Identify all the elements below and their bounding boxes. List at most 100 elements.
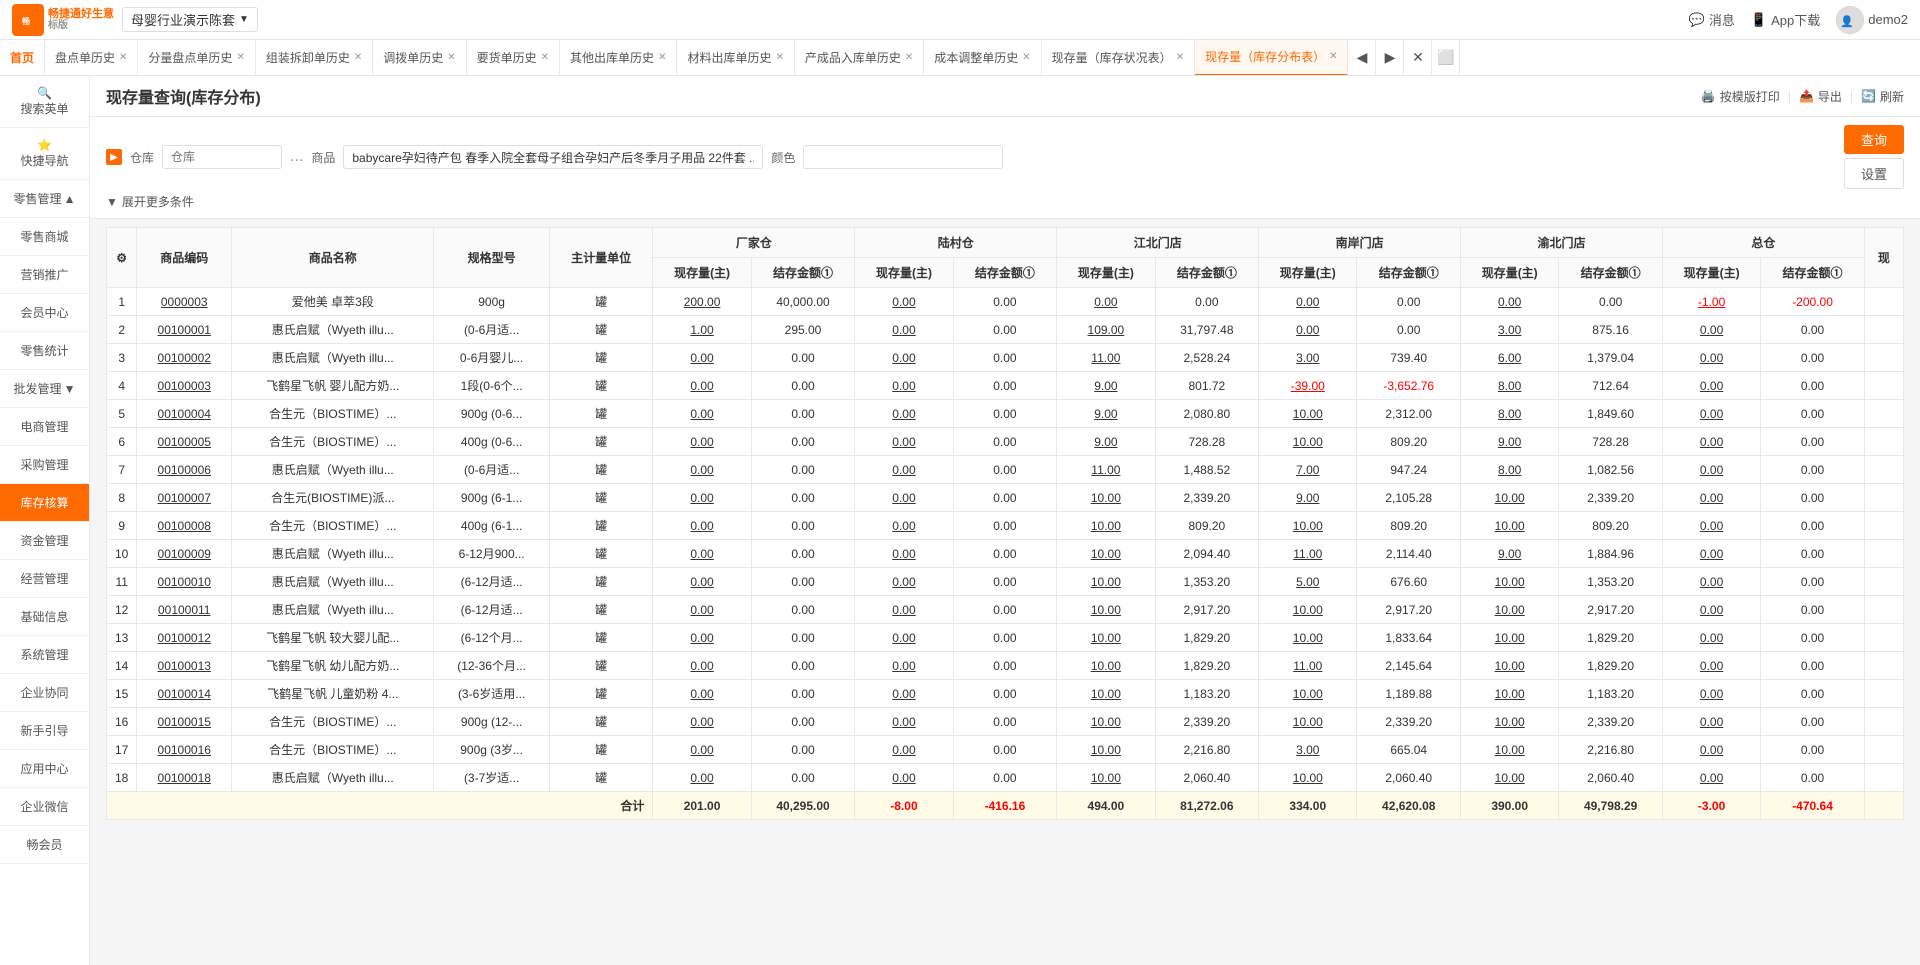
row-total-qty[interactable]: 0.00 <box>1662 624 1760 652</box>
row-lu-qty[interactable]: 0.00 <box>855 568 953 596</box>
settings-button[interactable]: 设置 <box>1844 158 1904 189</box>
sidebar-item-enterprise[interactable]: 企业协同 <box>0 674 89 712</box>
row-total-qty[interactable]: 0.00 <box>1662 344 1760 372</box>
row-code[interactable]: 00100001 <box>137 316 232 344</box>
row-chang-qty[interactable]: 0.00 <box>653 428 751 456</box>
row-nanan-qty[interactable]: 3.00 <box>1259 344 1357 372</box>
row-yubei-qty[interactable]: 10.00 <box>1461 680 1559 708</box>
row-chang-qty[interactable]: 0.00 <box>653 736 751 764</box>
row-code[interactable]: 00100006 <box>137 456 232 484</box>
tab-other-out[interactable]: 其他出库单历史 ✕ <box>560 40 677 76</box>
row-total-qty[interactable]: 0.00 <box>1662 652 1760 680</box>
row-code[interactable]: 00100010 <box>137 568 232 596</box>
row-chang-qty[interactable]: 0.00 <box>653 680 751 708</box>
row-yubei-qty[interactable]: 3.00 <box>1461 316 1559 344</box>
row-yubei-qty[interactable]: 10.00 <box>1461 568 1559 596</box>
row-yubei-qty[interactable]: 10.00 <box>1461 484 1559 512</box>
sidebar-item-retail-stats[interactable]: 零售统计 <box>0 332 89 370</box>
row-lu-qty[interactable]: 0.00 <box>855 400 953 428</box>
sidebar-item-system[interactable]: 系统管理 <box>0 636 89 674</box>
row-nanan-qty[interactable]: 10.00 <box>1259 428 1357 456</box>
row-jiangbei-qty[interactable]: 10.00 <box>1057 512 1155 540</box>
sidebar-item-guide[interactable]: 新手引导 <box>0 712 89 750</box>
row-lu-qty[interactable]: 0.00 <box>855 456 953 484</box>
refresh-button[interactable]: 🔄 刷新 <box>1861 88 1904 105</box>
row-chang-qty[interactable]: 0.00 <box>653 624 751 652</box>
row-code[interactable]: 00100012 <box>137 624 232 652</box>
row-yubei-qty[interactable]: 10.00 <box>1461 512 1559 540</box>
row-nanan-qty[interactable]: 0.00 <box>1259 288 1357 316</box>
tab-close-stock-dist[interactable]: ✕ <box>1329 51 1337 62</box>
row-jiangbei-qty[interactable]: 9.00 <box>1057 372 1155 400</box>
row-lu-qty[interactable]: 0.00 <box>855 736 953 764</box>
query-button[interactable]: 查询 <box>1844 125 1904 154</box>
row-code[interactable]: 00100013 <box>137 652 232 680</box>
row-nanan-qty[interactable]: 10.00 <box>1259 596 1357 624</box>
row-total-qty[interactable]: 0.00 <box>1662 400 1760 428</box>
row-chang-qty[interactable]: 0.00 <box>653 568 751 596</box>
row-yubei-qty[interactable]: 10.00 <box>1461 624 1559 652</box>
row-code[interactable]: 00100016 <box>137 736 232 764</box>
row-total-qty[interactable]: 0.00 <box>1662 736 1760 764</box>
row-chang-qty[interactable]: 0.00 <box>653 400 751 428</box>
row-total-qty[interactable]: 0.00 <box>1662 708 1760 736</box>
row-code[interactable]: 00100011 <box>137 596 232 624</box>
tab-cost-adjust[interactable]: 成本调整单历史 ✕ <box>924 40 1041 76</box>
row-lu-qty[interactable]: 0.00 <box>855 428 953 456</box>
row-lu-qty[interactable]: 0.00 <box>855 316 953 344</box>
row-total-qty[interactable]: 0.00 <box>1662 540 1760 568</box>
row-code[interactable]: 00100002 <box>137 344 232 372</box>
row-code[interactable]: 00100015 <box>137 708 232 736</box>
sidebar-item-retail-mgmt[interactable]: 零售管理 ▲ <box>0 180 89 218</box>
row-yubei-qty[interactable]: 0.00 <box>1461 288 1559 316</box>
row-jiangbei-qty[interactable]: 10.00 <box>1057 596 1155 624</box>
row-yubei-qty[interactable]: 9.00 <box>1461 540 1559 568</box>
row-code[interactable]: 00100007 <box>137 484 232 512</box>
sidebar-item-search[interactable]: 🔍 搜索英单 <box>0 76 89 128</box>
row-code[interactable]: 0000003 <box>137 288 232 316</box>
industry-dropdown[interactable]: 母婴行业演示陈套 ▼ <box>122 7 258 32</box>
sidebar-item-member[interactable]: 会员中心 <box>0 294 89 332</box>
tab-close-material-out[interactable]: ✕ <box>775 52 783 63</box>
row-yubei-qty[interactable]: 10.00 <box>1461 652 1559 680</box>
row-jiangbei-qty[interactable]: 10.00 <box>1057 540 1155 568</box>
row-chang-qty[interactable]: 0.00 <box>653 456 751 484</box>
row-chang-qty[interactable]: 0.00 <box>653 484 751 512</box>
row-nanan-qty[interactable]: 7.00 <box>1259 456 1357 484</box>
row-total-qty[interactable]: 0.00 <box>1662 316 1760 344</box>
row-code[interactable]: 00100004 <box>137 400 232 428</box>
row-jiangbei-qty[interactable]: 10.00 <box>1057 764 1155 792</box>
row-jiangbei-qty[interactable]: 0.00 <box>1057 288 1155 316</box>
row-yubei-qty[interactable]: 8.00 <box>1461 456 1559 484</box>
row-lu-qty[interactable]: 0.00 <box>855 540 953 568</box>
sidebar-item-member2[interactable]: 畅会员 <box>0 826 89 864</box>
row-jiangbei-qty[interactable]: 10.00 <box>1057 568 1155 596</box>
row-yubei-qty[interactable]: 10.00 <box>1461 708 1559 736</box>
sidebar-item-operations[interactable]: 经营管理 <box>0 560 89 598</box>
row-nanan-qty[interactable]: 11.00 <box>1259 540 1357 568</box>
row-lu-qty[interactable]: 0.00 <box>855 372 953 400</box>
tab-close-stock-sub[interactable]: ✕ <box>236 52 244 63</box>
row-chang-qty[interactable]: 0.00 <box>653 344 751 372</box>
row-lu-qty[interactable]: 0.00 <box>855 344 953 372</box>
row-yubei-qty[interactable]: 10.00 <box>1461 764 1559 792</box>
row-nanan-qty[interactable]: -39.00 <box>1259 372 1357 400</box>
row-nanan-qty[interactable]: 11.00 <box>1259 652 1357 680</box>
tab-dispatch[interactable]: 调拨单历史 ✕ <box>373 40 466 76</box>
tab-stock-status[interactable]: 现存量（库存状况表） ✕ <box>1042 40 1195 76</box>
row-total-qty[interactable]: 0.00 <box>1662 512 1760 540</box>
sidebar-item-ecommerce[interactable]: 电商管理 <box>0 408 89 446</box>
row-nanan-qty[interactable]: 10.00 <box>1259 512 1357 540</box>
row-lu-qty[interactable]: 0.00 <box>855 624 953 652</box>
user-menu[interactable]: 👤 demo2 <box>1836 6 1908 34</box>
row-nanan-qty[interactable]: 10.00 <box>1259 680 1357 708</box>
row-lu-qty[interactable]: 0.00 <box>855 708 953 736</box>
row-total-qty[interactable]: 0.00 <box>1662 456 1760 484</box>
row-chang-qty[interactable]: 0.00 <box>653 596 751 624</box>
row-code[interactable]: 00100009 <box>137 540 232 568</box>
sidebar-item-wechat[interactable]: 企业微信 <box>0 788 89 826</box>
messages-button[interactable]: 💬 消息 <box>1689 10 1735 29</box>
tab-expand-btn[interactable]: ⬜ <box>1432 40 1460 76</box>
expand-conditions[interactable]: ▼ 展开更多条件 <box>106 193 1904 210</box>
tab-next-btn[interactable]: ▶ <box>1376 40 1404 76</box>
